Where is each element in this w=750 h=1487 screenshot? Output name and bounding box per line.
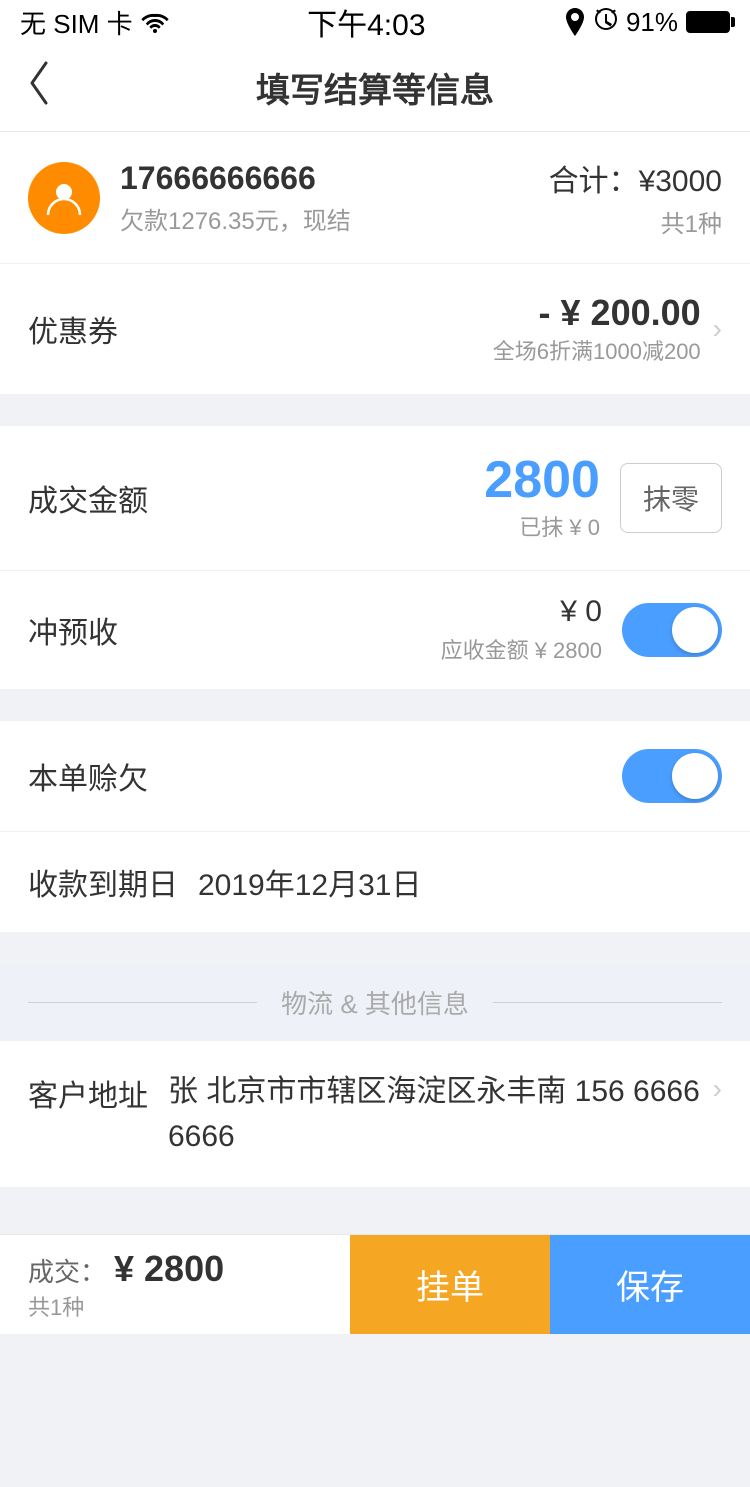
location-icon	[564, 8, 586, 36]
logistics-line-left	[28, 1002, 257, 1003]
total-label: 合计：	[549, 165, 639, 198]
coupon-right: - ¥ 200.00 全场6折满1000减200 ›	[493, 292, 722, 366]
battery-percent: 91%	[626, 7, 678, 38]
save-button-label: 保存	[616, 1260, 684, 1309]
customer-row: 17666666666 欠款1276.35元，现结 合计：¥3000 共1种	[0, 132, 750, 263]
customer-info-left: 17666666666 欠款1276.35元，现结	[28, 160, 351, 236]
prereceive-values: ¥ 0 应收金额 ¥ 2800	[441, 595, 602, 665]
arrearage-card: 本单赊欠 收款到期日 2019年12月31日	[0, 721, 750, 932]
prereceive-row: 冲预收 ¥ 0 应收金额 ¥ 2800	[0, 570, 750, 689]
customer-total: 合计：¥3000 共1种	[549, 156, 722, 239]
amount-label: 成交金额	[28, 476, 148, 520]
bottom-summary-label: 成交：	[28, 1252, 106, 1289]
duedate-value: 2019年12月31日	[198, 860, 421, 904]
user-icon	[43, 177, 85, 219]
address-chevron-icon: ›	[713, 1069, 722, 1105]
status-right: 91%	[564, 7, 730, 38]
battery-icon	[686, 11, 730, 33]
customer-phone: 17666666666	[120, 160, 351, 197]
arrearage-toggle[interactable]	[622, 749, 722, 803]
coupon-chevron-icon: ›	[713, 313, 722, 345]
status-left: 无 SIM 卡	[20, 4, 169, 41]
separator-1	[0, 410, 750, 426]
customer-debt: 欠款1276.35元，现结	[120, 201, 351, 236]
customer-details: 17666666666 欠款1276.35元，现结	[120, 160, 351, 236]
coupon-desc: 全场6折满1000减200	[493, 334, 701, 366]
amount-section: 成交金额 2800 已抹 ¥ 0 抹零 冲预收 ¥ 0 应收金额 ¥ 2800	[0, 426, 750, 689]
amount-row: 成交金额 2800 已抹 ¥ 0 抹零	[0, 426, 750, 570]
prereceive-right: ¥ 0 应收金额 ¥ 2800	[441, 595, 722, 665]
status-time: 下午4:03	[307, 0, 425, 44]
prereceive-amount: ¥ 0	[441, 595, 602, 629]
address-row[interactable]: 客户地址 张 北京市市辖区海淀区永丰南 156 6666 6666 ›	[0, 1041, 750, 1187]
amount-value: 2800	[484, 454, 600, 506]
total-value: ¥3000	[639, 165, 722, 198]
separator-3	[0, 948, 750, 964]
arrearage-toggle-thumb	[672, 753, 718, 799]
amount-right: 2800 已抹 ¥ 0 抹零	[484, 454, 722, 542]
coupon-label: 优惠券	[28, 307, 118, 351]
coupon-discount: - ¥ 200.00	[493, 292, 701, 334]
logistics-line-right	[493, 1002, 722, 1003]
page-title: 填写结算等信息	[256, 63, 494, 112]
save-button[interactable]: 保存	[550, 1235, 750, 1334]
separator-2	[0, 689, 750, 705]
nav-bar: 填写结算等信息	[0, 44, 750, 132]
carrier-text: 无 SIM 卡	[20, 4, 133, 41]
customer-card: 17666666666 欠款1276.35元，现结 合计：¥3000 共1种 优…	[0, 132, 750, 394]
arrearage-row: 本单赊欠	[0, 721, 750, 831]
logistics-title: 物流 & 其他信息	[281, 984, 469, 1021]
hang-button[interactable]: 挂单	[350, 1235, 550, 1334]
bottom-summary-count: 共1种	[28, 1290, 322, 1322]
rounded-off-text: 已抹 ¥ 0	[484, 510, 600, 542]
address-label: 客户地址	[28, 1069, 148, 1115]
round-button[interactable]: 抹零	[620, 463, 722, 533]
status-bar: 无 SIM 卡 下午4:03 91%	[0, 0, 750, 44]
back-button[interactable]	[24, 59, 54, 116]
bottom-spacer	[0, 1387, 750, 1487]
avatar	[28, 162, 100, 234]
wifi-icon	[141, 11, 169, 33]
duedate-row: 收款到期日 2019年12月31日	[0, 831, 750, 932]
toggle-thumb	[672, 607, 718, 653]
prereceive-label: 冲预收	[28, 608, 118, 652]
arrearage-label: 本单赊欠	[28, 754, 148, 798]
coupon-row[interactable]: 优惠券 - ¥ 200.00 全场6折满1000减200 ›	[0, 263, 750, 394]
total-count: 共1种	[549, 204, 722, 239]
prereceive-toggle[interactable]	[622, 603, 722, 657]
total-amount: 合计：¥3000	[549, 156, 722, 200]
bottom-bar: 成交： ¥ 2800 共1种 挂单 保存	[0, 1234, 750, 1334]
alarm-icon	[594, 8, 618, 36]
bottom-summary: 成交： ¥ 2800 共1种	[0, 1248, 350, 1322]
duedate-label: 收款到期日	[28, 860, 178, 904]
address-value: 张 北京市市辖区海淀区永丰南 156 6666 6666	[168, 1069, 701, 1159]
logistics-header: 物流 & 其他信息	[0, 964, 750, 1041]
prereceive-sub: 应收金额 ¥ 2800	[441, 633, 602, 665]
hang-button-label: 挂单	[416, 1260, 484, 1309]
bottom-summary-amount: ¥ 2800	[114, 1248, 224, 1290]
